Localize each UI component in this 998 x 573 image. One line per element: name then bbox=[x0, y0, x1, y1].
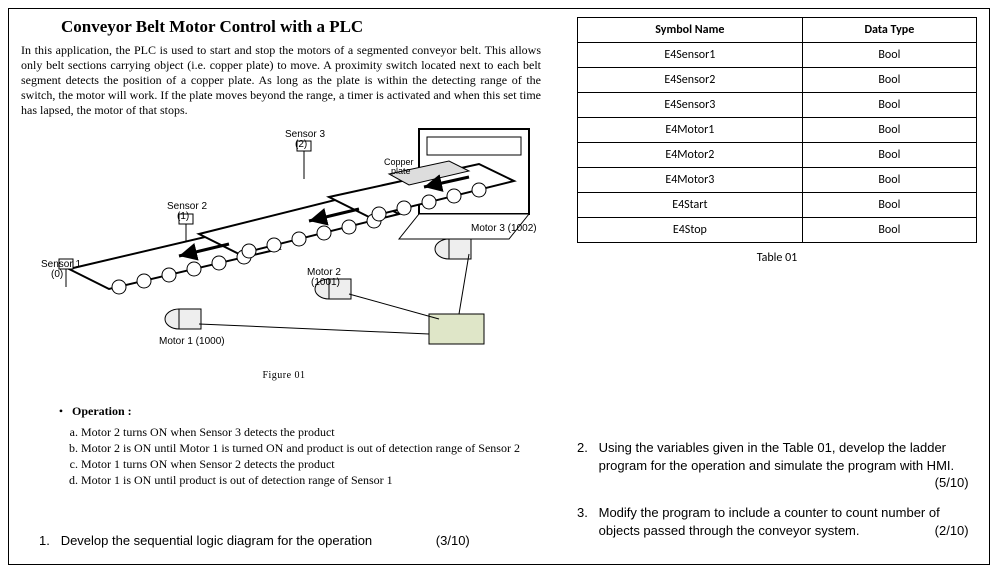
lbl-motor3: Motor 3 (1002) bbox=[471, 223, 537, 234]
conveyor-svg: Sensor 1 (0) Sensor 2 (1) Sensor 3 (2) C… bbox=[29, 119, 539, 364]
op-item: Motor 2 turns ON when Sensor 3 detects t… bbox=[81, 425, 533, 440]
op-item: Motor 1 is ON until product is out of de… bbox=[81, 473, 533, 488]
table-row: E4Motor3Bool bbox=[578, 168, 977, 193]
q1-marks: (3/10) bbox=[436, 533, 470, 548]
op-item: Motor 1 turns ON when Sensor 2 detects t… bbox=[81, 457, 533, 472]
operation-list: Motor 2 turns ON when Sensor 3 detects t… bbox=[81, 425, 533, 488]
question-1: 1. Develop the sequential logic diagram … bbox=[39, 533, 470, 548]
lbl-motor2-num: (1001) bbox=[311, 277, 340, 288]
lbl-plate: plate bbox=[391, 166, 411, 176]
q3-num: 3. bbox=[577, 504, 595, 522]
lbl-sensor1-num: (0) bbox=[51, 269, 63, 280]
table-row: E4StartBool bbox=[578, 193, 977, 218]
col-type: Data Type bbox=[802, 18, 976, 43]
q3-text: Modify the program to include a counter … bbox=[599, 505, 940, 538]
table-caption: Table 01 bbox=[577, 251, 977, 265]
table-row: E4StopBool bbox=[578, 218, 977, 243]
operation-heading: Operation : bbox=[72, 404, 132, 418]
intro-paragraph: In this application, the PLC is used to … bbox=[21, 43, 541, 118]
col-symbol: Symbol Name bbox=[578, 18, 803, 43]
question-2: 2. Using the variables given in the Tabl… bbox=[577, 439, 977, 492]
bullet-icon: • bbox=[53, 404, 69, 419]
operation-section: • Operation : Motor 2 turns ON when Sens… bbox=[53, 404, 533, 489]
page-border: Conveyor Belt Motor Control with a PLC I… bbox=[8, 8, 990, 565]
q1-num: 1. bbox=[39, 533, 50, 548]
question-3: 3. Modify the program to include a count… bbox=[577, 504, 977, 539]
table-row: E4Sensor1Bool bbox=[578, 43, 977, 68]
op-item: Motor 2 is ON until Motor 1 is turned ON… bbox=[81, 441, 533, 456]
table-header-row: Symbol Name Data Type bbox=[578, 18, 977, 43]
conveyor-figure: Sensor 1 (0) Sensor 2 (1) Sensor 3 (2) C… bbox=[29, 119, 539, 379]
table-row: E4Motor2Bool bbox=[578, 143, 977, 168]
q2-num: 2. bbox=[577, 439, 595, 457]
q1-text: Develop the sequential logic diagram for… bbox=[61, 533, 372, 548]
lbl-motor1: Motor 1 (1000) bbox=[159, 336, 225, 347]
lbl-sensor3-num: (2) bbox=[295, 139, 307, 150]
lbl-sensor2-num: (1) bbox=[177, 211, 189, 222]
table-row: E4Motor1Bool bbox=[578, 118, 977, 143]
symbol-table: Symbol Name Data Type E4Sensor1Bool E4Se… bbox=[577, 17, 977, 243]
q2-marks: (5/10) bbox=[935, 474, 969, 492]
table-row: E4Sensor3Bool bbox=[578, 93, 977, 118]
q2-text: Using the variables given in the Table 0… bbox=[599, 440, 955, 473]
q3-marks: (2/10) bbox=[935, 522, 969, 540]
table-row: E4Sensor2Bool bbox=[578, 68, 977, 93]
figure-caption: Figure 01 bbox=[29, 370, 539, 381]
symbol-table-wrap: Symbol Name Data Type E4Sensor1Bool E4Se… bbox=[577, 17, 977, 265]
